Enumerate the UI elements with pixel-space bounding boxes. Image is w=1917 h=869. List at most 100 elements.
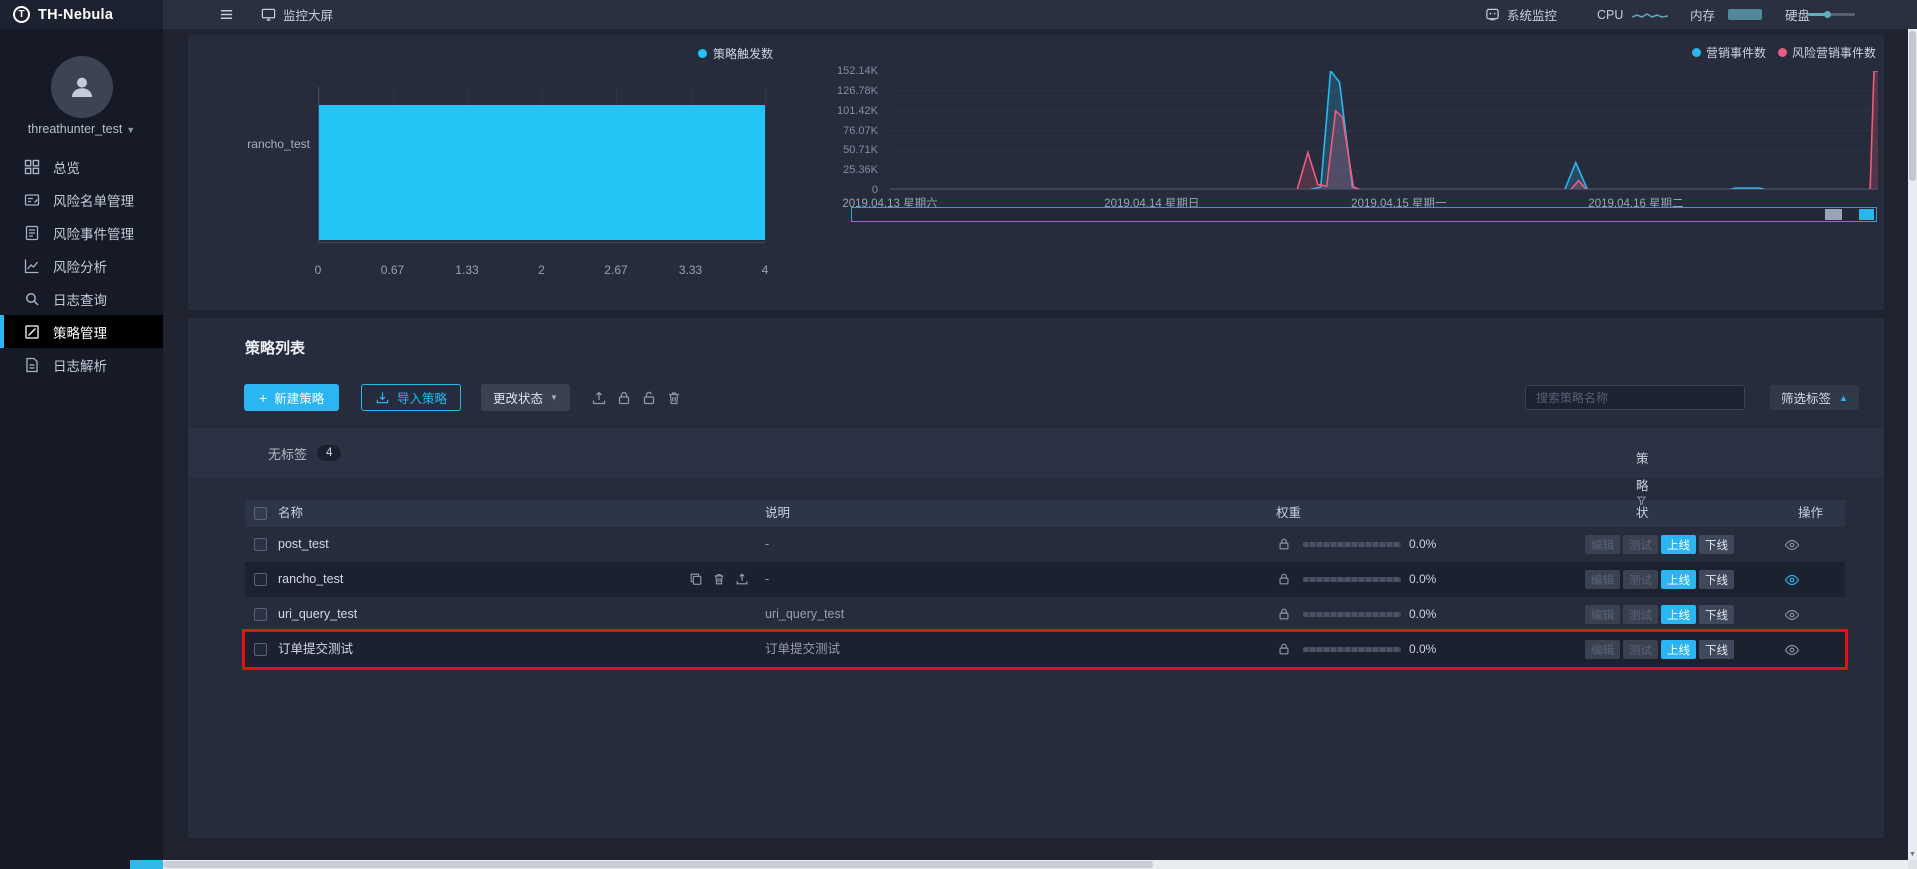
sidebar-item-policy-management[interactable]: 策略管理 xyxy=(0,315,163,348)
test-button[interactable]: 测试 xyxy=(1623,605,1658,624)
chevron-down-icon: ▼ xyxy=(550,393,558,402)
view-icon[interactable] xyxy=(1784,572,1800,588)
row-checkbox[interactable] xyxy=(254,538,267,551)
sidebar-item-risk-analysis[interactable]: 风险分析 xyxy=(0,249,163,282)
view-icon[interactable] xyxy=(1784,537,1800,553)
offline-button[interactable]: 下线 xyxy=(1699,605,1734,624)
menu-toggle-icon[interactable] xyxy=(219,0,234,29)
edit-button[interactable]: 编辑 xyxy=(1585,605,1620,624)
weight-slider[interactable] xyxy=(1303,542,1401,547)
test-button[interactable]: 测试 xyxy=(1623,535,1658,554)
view-icon[interactable] xyxy=(1784,607,1800,623)
legend-dot xyxy=(1691,48,1701,57)
sidebar-item-overview[interactable]: 总览 xyxy=(0,150,163,183)
table-header: 名称 说明 权重 策略状态 操作 xyxy=(245,452,1845,547)
policy-name: rancho_test xyxy=(278,572,344,586)
row-buttons: 编辑 测试 上线 下线 xyxy=(1585,570,1734,589)
vertical-scrollbar[interactable]: ▼ xyxy=(1908,29,1917,860)
copy-icon[interactable] xyxy=(689,572,703,586)
column-name: 名称 xyxy=(278,506,304,520)
filter-tags-toggle[interactable]: 筛选标签 ▲ xyxy=(1770,385,1859,410)
datazoom-window[interactable] xyxy=(1825,209,1842,220)
lock-icon xyxy=(1277,572,1291,586)
tag-no-label[interactable]: 无标签 xyxy=(268,444,307,463)
memory-gauge xyxy=(1728,9,1762,20)
weight-slider[interactable] xyxy=(1303,612,1401,617)
change-status-button[interactable]: 更改状态 ▼ xyxy=(481,384,570,411)
sidebar-item-label: 总览 xyxy=(53,160,80,176)
monitor-screen-link[interactable]: 监控大屏 xyxy=(261,0,333,29)
row-checkbox[interactable] xyxy=(254,573,267,586)
select-all-checkbox[interactable] xyxy=(254,507,267,520)
table-row[interactable]: post_test - 0.0% 编辑 测试 上线 下线 xyxy=(245,527,1845,562)
change-status-label: 更改状态 xyxy=(493,392,544,406)
sidebar-item-log-parse[interactable]: 日志解析 xyxy=(0,348,163,381)
line-chart xyxy=(890,71,1878,190)
sidebar-item-risk-event[interactable]: 风险事件管理 xyxy=(0,216,163,249)
offline-button[interactable]: 下线 xyxy=(1699,570,1734,589)
table-row[interactable]: uri_query_test uri_query_test 0.0% 编辑 测试上… xyxy=(245,597,1845,632)
legend-dot xyxy=(698,49,707,58)
offline-button[interactable]: 下线 xyxy=(1699,640,1734,659)
column-description: 说明 xyxy=(765,506,791,520)
plus-icon: + xyxy=(259,389,268,406)
sidebar-item-risk-list[interactable]: 风险名单管理 xyxy=(0,183,163,216)
sidebar-item-log-query[interactable]: 日志查询 xyxy=(0,282,163,315)
disk-label: 硬盘 xyxy=(1785,9,1811,23)
new-policy-button[interactable]: + 新建策略 xyxy=(244,384,340,411)
edit-button[interactable]: 编辑 xyxy=(1585,570,1620,589)
x-tick-label: 4 xyxy=(761,263,769,277)
horizontal-scrollbar-thumb[interactable] xyxy=(163,861,1153,868)
user-menu[interactable]: threathunter_test ▼ xyxy=(0,122,163,136)
legend-item[interactable]: 营销事件数 xyxy=(1691,44,1766,61)
lock-icon[interactable] xyxy=(616,390,632,406)
chart-datazoom-slider[interactable] xyxy=(851,207,1877,222)
export-icon[interactable] xyxy=(591,390,607,406)
datazoom-handle[interactable] xyxy=(1859,209,1874,220)
export-icon[interactable] xyxy=(735,572,749,586)
table-row[interactable]: 订单提交测试 订单提交测试 0.0% 编辑 测试 上线 下线 xyxy=(245,632,1845,667)
test-button[interactable]: 测试 xyxy=(1623,640,1658,659)
edit-button[interactable]: 编辑 xyxy=(1585,535,1620,554)
offline-button[interactable]: 下线 xyxy=(1699,535,1734,554)
view-icon[interactable] xyxy=(1784,642,1800,658)
monitor-icon xyxy=(261,7,276,22)
row-checkbox[interactable] xyxy=(254,643,267,656)
sidebar-item-label: 风险名单管理 xyxy=(53,193,134,209)
weight-slider[interactable] xyxy=(1303,647,1401,652)
bar-chart-legend[interactable]: 策略触发数 xyxy=(698,45,773,62)
system-monitor-link[interactable]: 系统监控 xyxy=(1485,0,1557,29)
row-checkbox[interactable] xyxy=(254,608,267,621)
scroll-down-arrow[interactable]: ▼ xyxy=(1908,849,1917,860)
online-button[interactable]: 上线 xyxy=(1661,535,1696,554)
filter-funnel-icon[interactable] xyxy=(1636,495,1647,506)
idcard-icon xyxy=(24,192,40,208)
weight-slider[interactable] xyxy=(1303,577,1401,582)
bar-rancho_test[interactable] xyxy=(319,105,765,240)
vertical-scrollbar-thumb[interactable] xyxy=(1909,31,1916,181)
avatar[interactable] xyxy=(50,56,113,118)
test-button[interactable]: 测试 xyxy=(1623,570,1658,589)
policy-name: post_test xyxy=(278,537,329,551)
horizontal-scrollbar[interactable] xyxy=(163,860,1908,869)
file-icon xyxy=(24,357,40,373)
x-tick-label: 1.33 xyxy=(455,263,479,277)
online-button[interactable]: 上线 xyxy=(1661,640,1696,659)
system-monitor-label: 系统监控 xyxy=(1507,9,1558,23)
filter-tags-label: 筛选标签 xyxy=(1781,392,1832,406)
lock-icon xyxy=(1277,537,1291,551)
y-tick-label: 50.71K xyxy=(843,144,878,157)
search-input[interactable] xyxy=(1526,386,1744,409)
delete-icon[interactable] xyxy=(666,390,682,406)
table-row[interactable]: rancho_test - 0.0% 编辑 测试 上线 下线 xyxy=(245,562,1845,597)
delete-icon[interactable] xyxy=(712,572,726,586)
x-tick-label: 0.67 xyxy=(380,263,405,277)
row-buttons: 编辑 测试 上线 下线 xyxy=(1585,605,1734,624)
online-button[interactable]: 上线 xyxy=(1661,570,1696,589)
online-button[interactable]: 上线 xyxy=(1661,605,1696,624)
legend-item[interactable]: 风险营销事件数 xyxy=(1777,44,1876,61)
import-policy-button[interactable]: 导入策略 xyxy=(361,384,462,411)
unlock-icon[interactable] xyxy=(641,390,657,406)
edit-button[interactable]: 编辑 xyxy=(1585,640,1620,659)
scrollbar-accent xyxy=(130,860,163,869)
